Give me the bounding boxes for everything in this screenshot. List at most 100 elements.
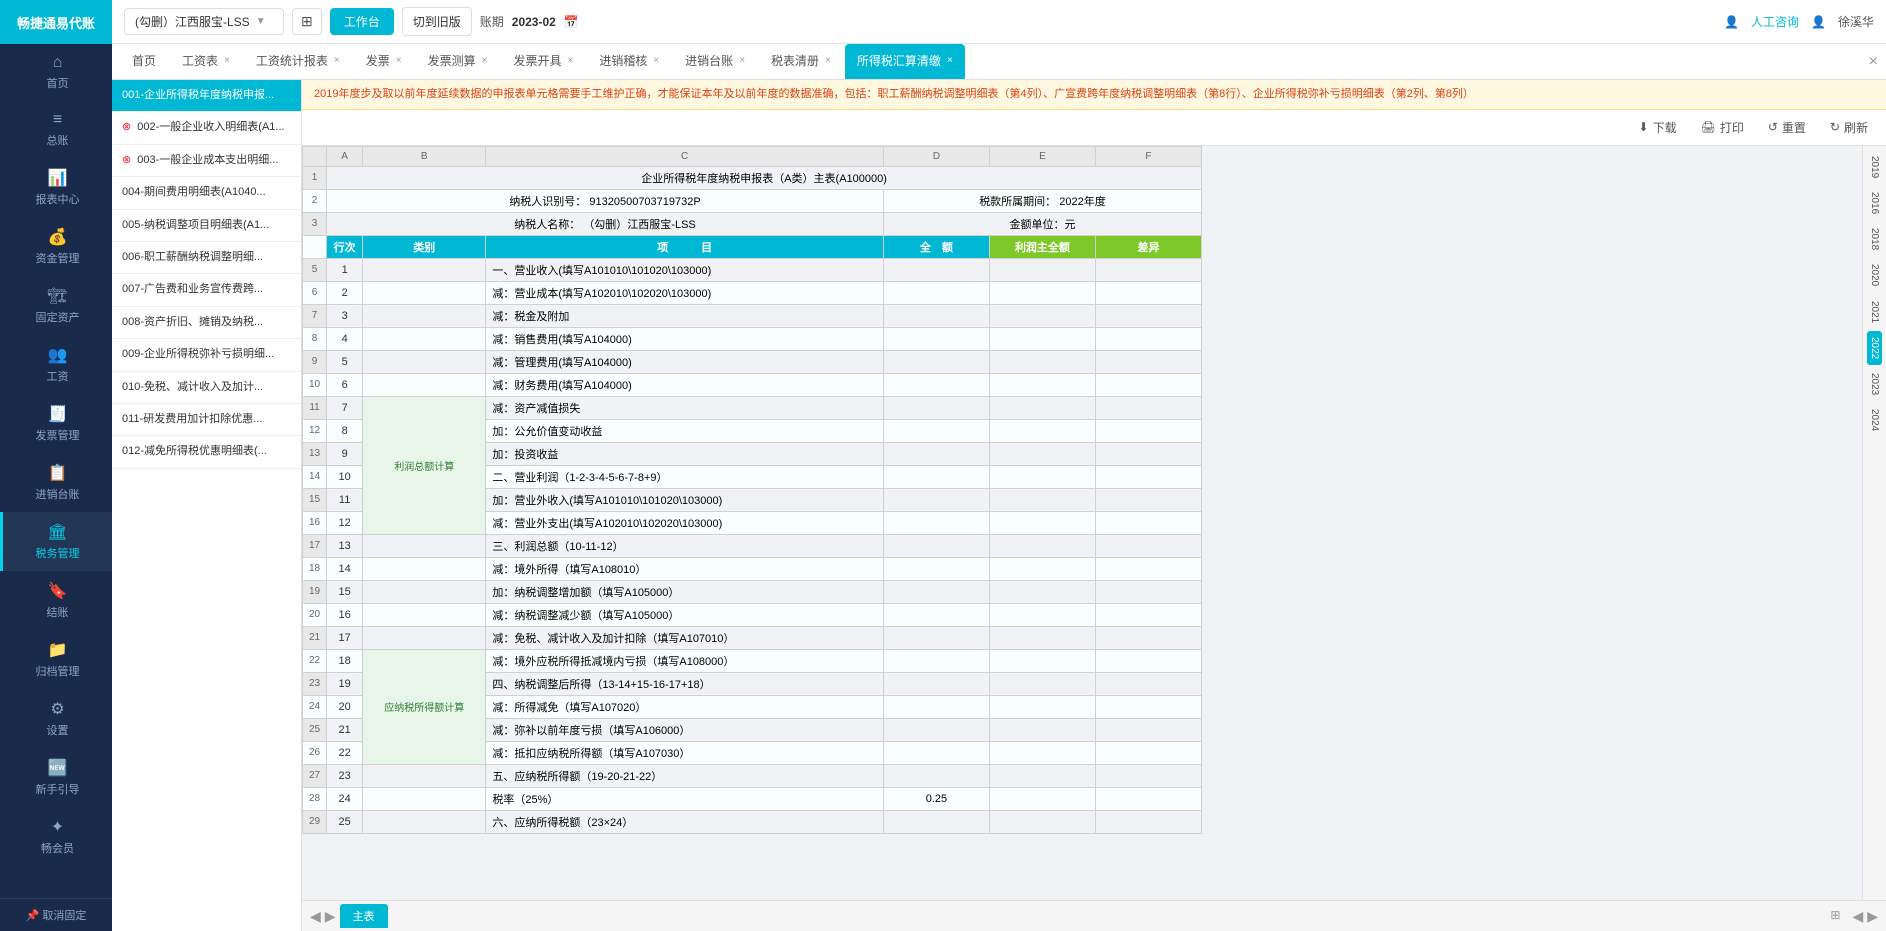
table-row: 9 5 减：管理费用(填写A104000) — [303, 350, 1202, 373]
sidebar-item-purchase[interactable]: 📋 进销台账 — [0, 453, 112, 512]
purchase-icon: 📋 — [48, 463, 68, 483]
history-button[interactable]: 切到旧版 — [402, 7, 472, 36]
report-list-item-004[interactable]: 004-期间费用明细表(A1040... — [112, 177, 301, 209]
sidebar-item-tax[interactable]: 🏛 税务管理 — [0, 512, 112, 571]
tab-tax-list-label: 税表清册 — [771, 52, 819, 69]
table-row: 28 24 税率（25%） 0.25 — [303, 787, 1202, 810]
taxpayer-name-row: 纳税人名称： （勾删）江西服宝-LSS — [327, 212, 884, 235]
table-row: 21 17 减：免税、减计收入及加计扣除（填写A107010） — [303, 626, 1202, 649]
report-list-item-002[interactable]: ⊗ 002-一般企业收入明细表(A1... — [112, 112, 301, 144]
assets-icon: 🏗 — [47, 286, 67, 306]
report-toolbar: ⬇ 下载 🖨 打印 ↺ 重置 ↻ 刷新 — [302, 110, 1886, 146]
tab-payroll-close[interactable]: × — [224, 55, 230, 66]
sidebar-item-member-label: 畅会员 — [41, 840, 74, 856]
year-nav-2016[interactable]: 2016 — [1867, 186, 1882, 220]
sidebar-item-ledger[interactable]: ≡ 总账 — [0, 101, 112, 158]
sidebar-item-guide[interactable]: 🆕 新手引导 — [0, 748, 112, 807]
tab-payroll-stats-label: 工资统计报表 — [256, 52, 328, 69]
report-006-label: 006-职工薪酬纳税调整明细... — [122, 251, 263, 263]
tab-invoice-close[interactable]: × — [396, 55, 402, 66]
scroll-left-btn[interactable]: ◀ — [1852, 908, 1863, 925]
sidebar-item-invoice-label: 发票管理 — [36, 427, 80, 443]
sidebar-item-capital[interactable]: 💰 资金管理 — [0, 217, 112, 276]
tab-purchase-ledger-close[interactable]: × — [739, 55, 745, 66]
tab-invoice-calc-close[interactable]: × — [482, 55, 488, 66]
sidebar-item-settings[interactable]: ⚙ 设置 — [0, 689, 112, 748]
year-nav-2023[interactable]: 2023 — [1867, 367, 1882, 401]
tab-purchase-audit-close[interactable]: × — [653, 55, 659, 66]
report-list-item-009[interactable]: 009-企业所得税弥补亏损明细... — [112, 339, 301, 371]
report-007-label: 007-广告费和业务宣传费跨... — [122, 283, 263, 295]
spreadsheet-container[interactable]: A B C D E F 1 — [302, 146, 1862, 901]
cell-diff-1[interactable] — [1095, 258, 1201, 281]
tab-invoice-issue-label: 发票开具 — [513, 52, 561, 69]
sidebar-item-guide-label: 新手引导 — [36, 781, 80, 797]
tab-tax-list-close[interactable]: × — [825, 55, 831, 66]
sidebar-item-settlement[interactable]: 🔖 结账 — [0, 571, 112, 630]
user-service-label[interactable]: 人工咨询 — [1751, 13, 1799, 30]
error-icon-003: ⊗ — [122, 154, 131, 166]
report-list-item-011[interactable]: 011-研发费用加计扣除优惠... — [112, 404, 301, 436]
report-list-item-005[interactable]: 005-纳税调整项目明细表(A1... — [112, 210, 301, 242]
tab-invoice-calc[interactable]: 发票测算 × — [416, 44, 500, 79]
tab-tax-list[interactable]: 税表清册 × — [759, 44, 843, 79]
year-nav-2022[interactable]: 2022 — [1867, 331, 1882, 365]
report-list-item-012[interactable]: 012-减免所得税优惠明细表(... — [112, 436, 301, 468]
sheet-next-btn[interactable]: ▶ — [325, 908, 336, 925]
scroll-right-btn[interactable]: ▶ — [1867, 908, 1878, 925]
print-button[interactable]: 🖨 打印 — [1695, 116, 1750, 139]
cell-rownum-1[interactable]: 1 — [327, 258, 363, 281]
report-list-item-010[interactable]: 010-免税、减计收入及加计... — [112, 372, 301, 404]
tab-invoice-issue[interactable]: 发票开具 × — [501, 44, 585, 79]
report-list-item-003[interactable]: ⊗ 003-一般企业成本支出明细... — [112, 145, 301, 177]
download-button[interactable]: ⬇ 下载 — [1633, 116, 1683, 139]
cell-item-1[interactable]: 一、营业收入(填写A101010\101020\103000) — [486, 258, 884, 281]
report-list-item-001[interactable]: 001-企业所得税年度纳税申报... — [112, 80, 301, 112]
period-value: 2023-02 — [512, 15, 556, 29]
sidebar-item-home[interactable]: ⌂ 首页 — [0, 44, 112, 101]
refresh-button[interactable]: ↻ 刷新 — [1824, 116, 1874, 139]
nav-tabs: 首页 工资表 × 工资统计报表 × 发票 × 发票测算 × 发票开具 × 进销稽… — [112, 44, 1886, 80]
row-header-2: 2 — [303, 189, 327, 212]
sidebar-item-tax-label: 税务管理 — [36, 545, 80, 561]
tab-tax-calc-close[interactable]: × — [947, 55, 953, 66]
cell-amount-1[interactable] — [883, 258, 989, 281]
year-nav-2019[interactable]: 2019 — [1867, 150, 1882, 184]
year-nav-2024[interactable]: 2024 — [1867, 403, 1882, 437]
tab-tax-calc[interactable]: 所得税汇算清缴 × — [845, 44, 965, 79]
tab-payroll[interactable]: 工资表 × — [170, 44, 242, 79]
copy-icon-btn[interactable]: ⊞ — [292, 8, 322, 35]
close-all-tabs-btn[interactable]: × — [1869, 53, 1878, 71]
sidebar-item-archive[interactable]: 📁 归档管理 — [0, 630, 112, 689]
year-nav-2020[interactable]: 2020 — [1867, 258, 1882, 292]
workspace-button[interactable]: 工作台 — [330, 8, 394, 35]
year-nav-2021[interactable]: 2021 — [1867, 295, 1882, 329]
year-nav-2018[interactable]: 2018 — [1867, 222, 1882, 256]
cell-taxrate[interactable]: 0.25 — [883, 787, 989, 810]
table-row: 17 13 三、利润总额（10-11-12） — [303, 534, 1202, 557]
tab-payroll-stats-close[interactable]: × — [334, 55, 340, 66]
tab-payroll-stats[interactable]: 工资统计报表 × — [244, 44, 352, 79]
tab-invoice-issue-close[interactable]: × — [567, 55, 573, 66]
sidebar-item-reports[interactable]: 📊 报表中心 — [0, 158, 112, 217]
tab-invoice[interactable]: 发票 × — [354, 44, 414, 79]
report-table: A B C D E F 1 — [302, 146, 1202, 834]
sheet-prev-btn[interactable]: ◀ — [310, 908, 321, 925]
table-row: 27 23 五、应纳税所得额（19-20-21-22） — [303, 764, 1202, 787]
sidebar-item-payroll[interactable]: 👥 工资 — [0, 335, 112, 394]
tab-home[interactable]: 首页 — [120, 44, 168, 79]
company-selector[interactable]: (勾删）江西服宝-LSS ▼ — [124, 8, 284, 35]
tab-purchase-ledger[interactable]: 进销台账 × — [673, 44, 757, 79]
cell-profit-1[interactable] — [989, 258, 1095, 281]
report-list-item-008[interactable]: 008-资产折旧、摊销及纳税... — [112, 307, 301, 339]
sidebar-item-invoice[interactable]: 🧾 发票管理 — [0, 394, 112, 453]
sidebar-pin-toggle[interactable]: 📌 取消固定 — [0, 898, 112, 931]
reset-button[interactable]: ↺ 重置 — [1762, 116, 1812, 139]
sidebar-item-assets[interactable]: 🏗 固定资产 — [0, 276, 112, 335]
report-list-item-007[interactable]: 007-广告费和业务宣传费跨... — [112, 274, 301, 306]
invoice-icon: 🧾 — [48, 404, 68, 424]
report-list-item-006[interactable]: 006-职工薪酬纳税调整明细... — [112, 242, 301, 274]
tab-purchase-audit[interactable]: 进销稽核 × — [587, 44, 671, 79]
sidebar-item-member[interactable]: ✦ 畅会员 — [0, 807, 112, 866]
sheet-tab-main[interactable]: 主表 — [340, 904, 388, 928]
